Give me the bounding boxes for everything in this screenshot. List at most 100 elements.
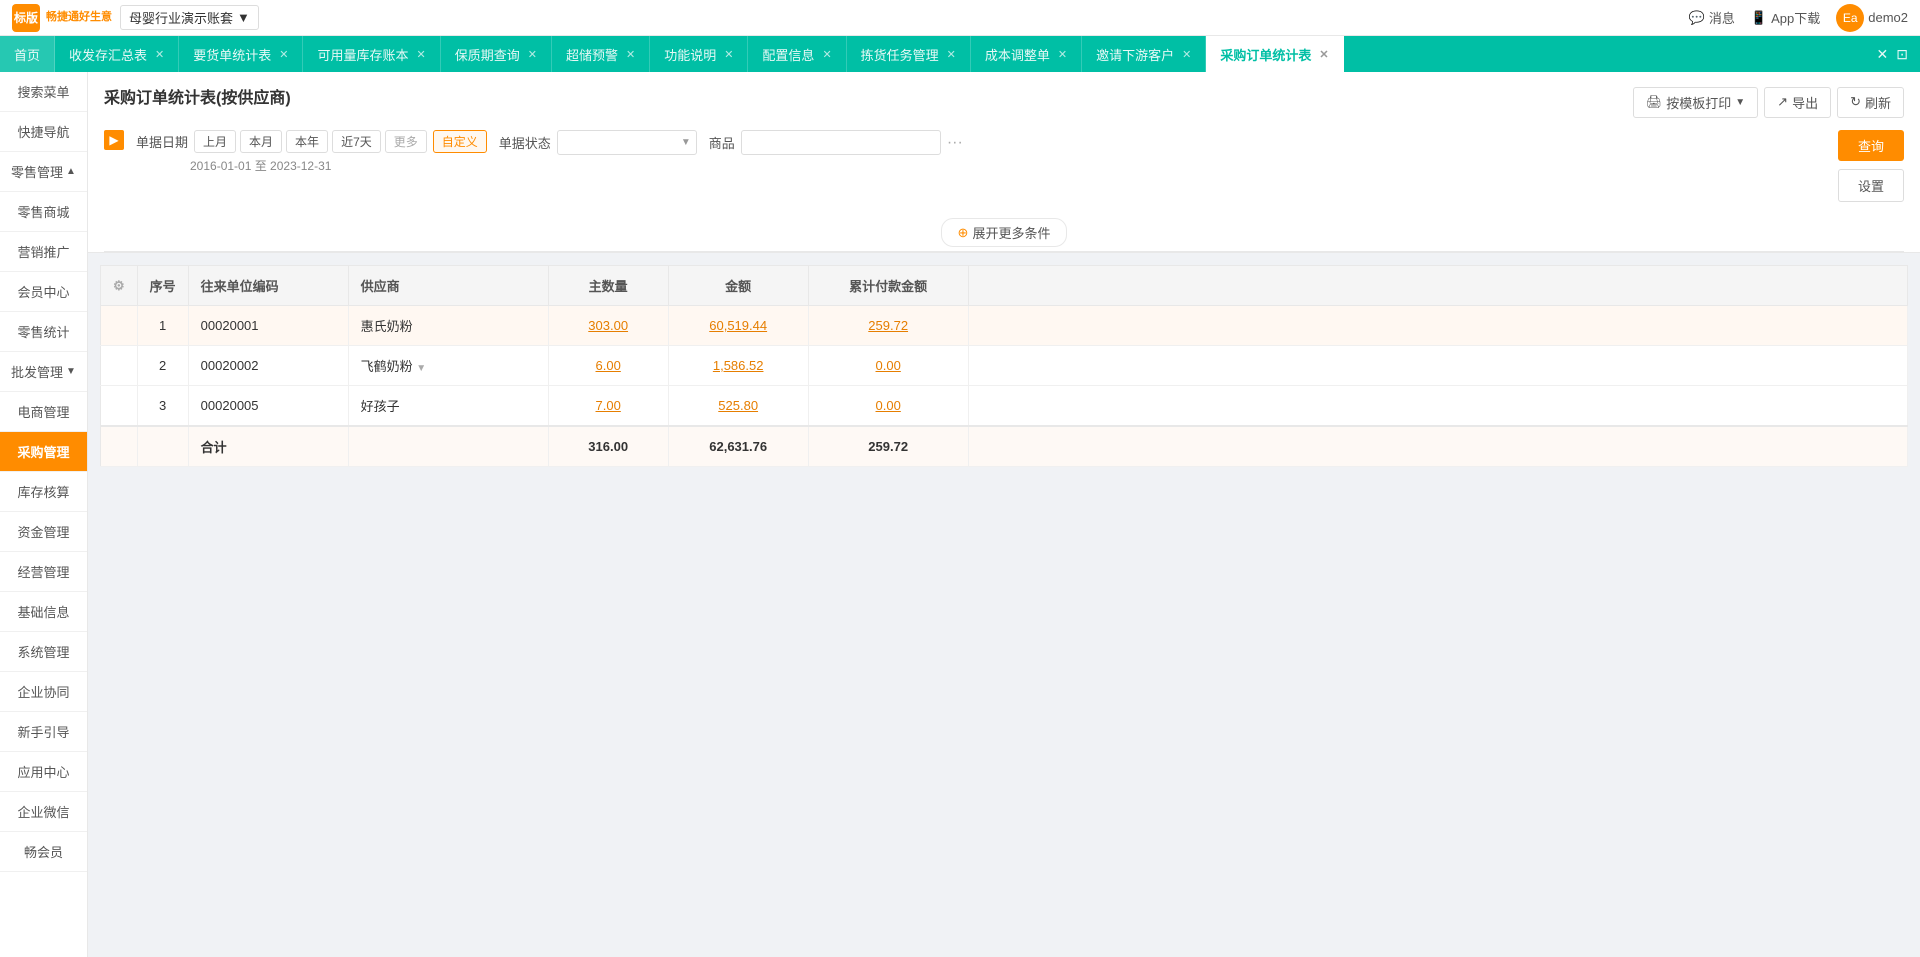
tab-receive-summary-close[interactable]: ✕ bbox=[155, 48, 164, 61]
refresh-label: 刷新 bbox=[1865, 93, 1891, 112]
page-title: 采购订单统计表(按供应商) bbox=[104, 84, 291, 108]
workspace-selector[interactable]: 母婴行业演示账套 ▼ bbox=[120, 5, 259, 30]
sidebar-item-member-center[interactable]: 会员中心 bbox=[0, 272, 87, 312]
top-bar-left: 标版 畅捷通好生意 母婴行业演示账套 ▼ bbox=[12, 4, 259, 32]
th-quantity: 主数量 bbox=[548, 266, 668, 306]
filter-status-select[interactable] bbox=[557, 130, 697, 155]
date-btn-this-month[interactable]: 本月 bbox=[240, 130, 282, 153]
user-area[interactable]: Ea demo2 bbox=[1836, 4, 1908, 32]
tab-goods-stats-close[interactable]: ✕ bbox=[279, 48, 288, 61]
gear-icon[interactable]: ⚙ bbox=[113, 278, 125, 293]
row-settings-cell bbox=[101, 346, 138, 386]
sidebar-retail-shop-label: 零售商城 bbox=[0, 202, 87, 221]
row-extra bbox=[968, 306, 1907, 346]
tab-overstock[interactable]: 超储预警 ✕ bbox=[552, 36, 650, 72]
sidebar-item-app-center[interactable]: 应用中心 bbox=[0, 752, 87, 792]
sidebar-system-mgmt-label: 系统管理 bbox=[0, 642, 87, 661]
app-download-btn[interactable]: 📱 App下载 bbox=[1751, 8, 1820, 27]
nav-close-btn[interactable]: ✕ bbox=[1873, 46, 1893, 63]
tab-receive-summary[interactable]: 收发存汇总表 ✕ bbox=[55, 36, 179, 72]
sidebar-item-operations[interactable]: 经营管理 bbox=[0, 552, 87, 592]
sidebar-item-stock-check[interactable]: 库存核算 bbox=[0, 472, 87, 512]
sidebar-item-wholesale-mgmt[interactable]: 批发管理 ▼ bbox=[0, 352, 87, 392]
tab-expiry-query[interactable]: 保质期查询 ✕ bbox=[441, 36, 552, 72]
filter-main-row: ▶ 单据日期 上月 本月 本年 近7天 更多 自定义 bbox=[104, 130, 1904, 202]
tab-available-stock-close[interactable]: ✕ bbox=[417, 48, 426, 61]
sidebar-item-retail-stats[interactable]: 零售统计 bbox=[0, 312, 87, 352]
nav-restore-btn[interactable]: ⊡ bbox=[1892, 46, 1912, 63]
expand-more-icon: ⊕ bbox=[958, 225, 969, 241]
sidebar-new-guide-label: 新手引导 bbox=[0, 722, 87, 741]
sidebar-item-system-mgmt[interactable]: 系统管理 bbox=[0, 632, 87, 672]
tab-cost-adjust[interactable]: 成本调整单 ✕ bbox=[971, 36, 1082, 72]
tab-purchase-stats[interactable]: 采购订单统计表 ✕ bbox=[1206, 36, 1343, 72]
row-settings-cell bbox=[101, 386, 138, 427]
tab-invite-downstream-label: 邀请下游客户 bbox=[1096, 45, 1174, 64]
tab-purchase-stats-close[interactable]: ✕ bbox=[1319, 48, 1328, 61]
date-custom-tag[interactable]: 自定义 bbox=[433, 130, 487, 153]
tab-overstock-close[interactable]: ✕ bbox=[626, 48, 635, 61]
tab-pick-task-close[interactable]: ✕ bbox=[947, 48, 956, 61]
logo-abbr: 标版 bbox=[14, 9, 38, 26]
tab-config-info-close[interactable]: ✕ bbox=[822, 48, 831, 61]
template-print-icon: 🖨 bbox=[1646, 94, 1663, 110]
nav-tabs: 首页 收发存汇总表 ✕ 要货单统计表 ✕ 可用量库存账本 ✕ 保质期查询 ✕ 超… bbox=[0, 36, 1920, 72]
date-btn-this-year[interactable]: 本年 bbox=[286, 130, 328, 153]
row-no: 3 bbox=[137, 386, 188, 427]
row-no: 1 bbox=[137, 306, 188, 346]
th-supplier-code: 往来单位编码 bbox=[188, 266, 348, 306]
tab-purchase-stats-label: 采购订单统计表 bbox=[1220, 45, 1311, 64]
message-btn[interactable]: 💬 消息 bbox=[1689, 8, 1735, 27]
tab-pick-task-label: 拣货任务管理 bbox=[861, 45, 939, 64]
btn-export[interactable]: ↗ 导出 bbox=[1764, 87, 1831, 118]
btn-settings[interactable]: 设置 bbox=[1838, 169, 1904, 202]
sidebar-item-enterprise-collab[interactable]: 企业协同 bbox=[0, 672, 87, 712]
filter-date-row: 单据日期 上月 本月 本年 近7天 更多 自定义 bbox=[136, 130, 487, 153]
th-settings[interactable]: ⚙ bbox=[101, 266, 138, 306]
tab-expiry-query-close[interactable]: ✕ bbox=[528, 48, 537, 61]
footer-amount-cell: 62,631.76 bbox=[668, 426, 808, 467]
tab-invite-downstream[interactable]: 邀请下游客户 ✕ bbox=[1082, 36, 1206, 72]
app-download-icon: 📱 bbox=[1751, 10, 1767, 26]
date-btn-last-month[interactable]: 上月 bbox=[194, 130, 236, 153]
btn-refresh[interactable]: ↻ 刷新 bbox=[1837, 87, 1904, 118]
filter-area: ▶ 单据日期 上月 本月 本年 近7天 更多 自定义 bbox=[104, 120, 1904, 252]
tab-function-desc[interactable]: 功能说明 ✕ bbox=[650, 36, 748, 72]
tab-goods-stats[interactable]: 要货单统计表 ✕ bbox=[179, 36, 303, 72]
sidebar-app-center-label: 应用中心 bbox=[0, 762, 87, 781]
expand-more-btn[interactable]: ⊕ 展开更多条件 bbox=[941, 218, 1068, 247]
tab-pick-task[interactable]: 拣货任务管理 ✕ bbox=[847, 36, 971, 72]
sidebar-item-retail-mgmt[interactable]: 零售管理 ▲ bbox=[0, 152, 87, 192]
export-icon: ↗ bbox=[1777, 94, 1788, 110]
btn-template-print[interactable]: 🖨 按模板打印 ▼ bbox=[1633, 87, 1758, 118]
tab-invite-downstream-close[interactable]: ✕ bbox=[1182, 48, 1191, 61]
sidebar-item-purchase-mgmt[interactable]: 采购管理 bbox=[0, 432, 87, 472]
nav-tabs-end: ✕ ⊡ bbox=[1865, 36, 1920, 72]
filter-expand-toggle[interactable]: ▶ bbox=[104, 130, 124, 150]
tab-home[interactable]: 首页 bbox=[0, 36, 55, 72]
sidebar-item-search[interactable]: 搜索菜单 bbox=[0, 72, 87, 112]
row-supplier-code: 00020002 bbox=[188, 346, 348, 386]
th-amount: 金额 bbox=[668, 266, 808, 306]
sidebar-item-basic-info[interactable]: 基础信息 bbox=[0, 592, 87, 632]
date-btn-7days[interactable]: 近7天 bbox=[332, 130, 381, 153]
sidebar-item-retail-shop[interactable]: 零售商城 bbox=[0, 192, 87, 232]
th-no: 序号 bbox=[137, 266, 188, 306]
sidebar-item-quick-nav[interactable]: 快捷导航 bbox=[0, 112, 87, 152]
sidebar-item-enterprise-wechat[interactable]: 企业微信 bbox=[0, 792, 87, 832]
tab-cost-adjust-close[interactable]: ✕ bbox=[1058, 48, 1067, 61]
sidebar-item-ecommerce[interactable]: 电商管理 bbox=[0, 392, 87, 432]
sidebar-item-finance[interactable]: 资金管理 bbox=[0, 512, 87, 552]
tab-function-desc-close[interactable]: ✕ bbox=[724, 48, 733, 61]
filter-goods-input[interactable] bbox=[741, 130, 941, 155]
th-supplier-name: 供应商 bbox=[348, 266, 548, 306]
btn-query[interactable]: 查询 bbox=[1838, 130, 1904, 161]
sidebar-item-member[interactable]: 畅会员 bbox=[0, 832, 87, 872]
goods-more-icon[interactable]: ··· bbox=[947, 134, 963, 152]
date-btn-more[interactable]: 更多 bbox=[385, 130, 427, 153]
tab-available-stock[interactable]: 可用量库存账本 ✕ bbox=[303, 36, 440, 72]
tab-config-info[interactable]: 配置信息 ✕ bbox=[748, 36, 846, 72]
row-paid-amount: 0.00 bbox=[808, 386, 968, 427]
sidebar-item-new-guide[interactable]: 新手引导 bbox=[0, 712, 87, 752]
sidebar-item-marketing[interactable]: 营销推广 bbox=[0, 232, 87, 272]
